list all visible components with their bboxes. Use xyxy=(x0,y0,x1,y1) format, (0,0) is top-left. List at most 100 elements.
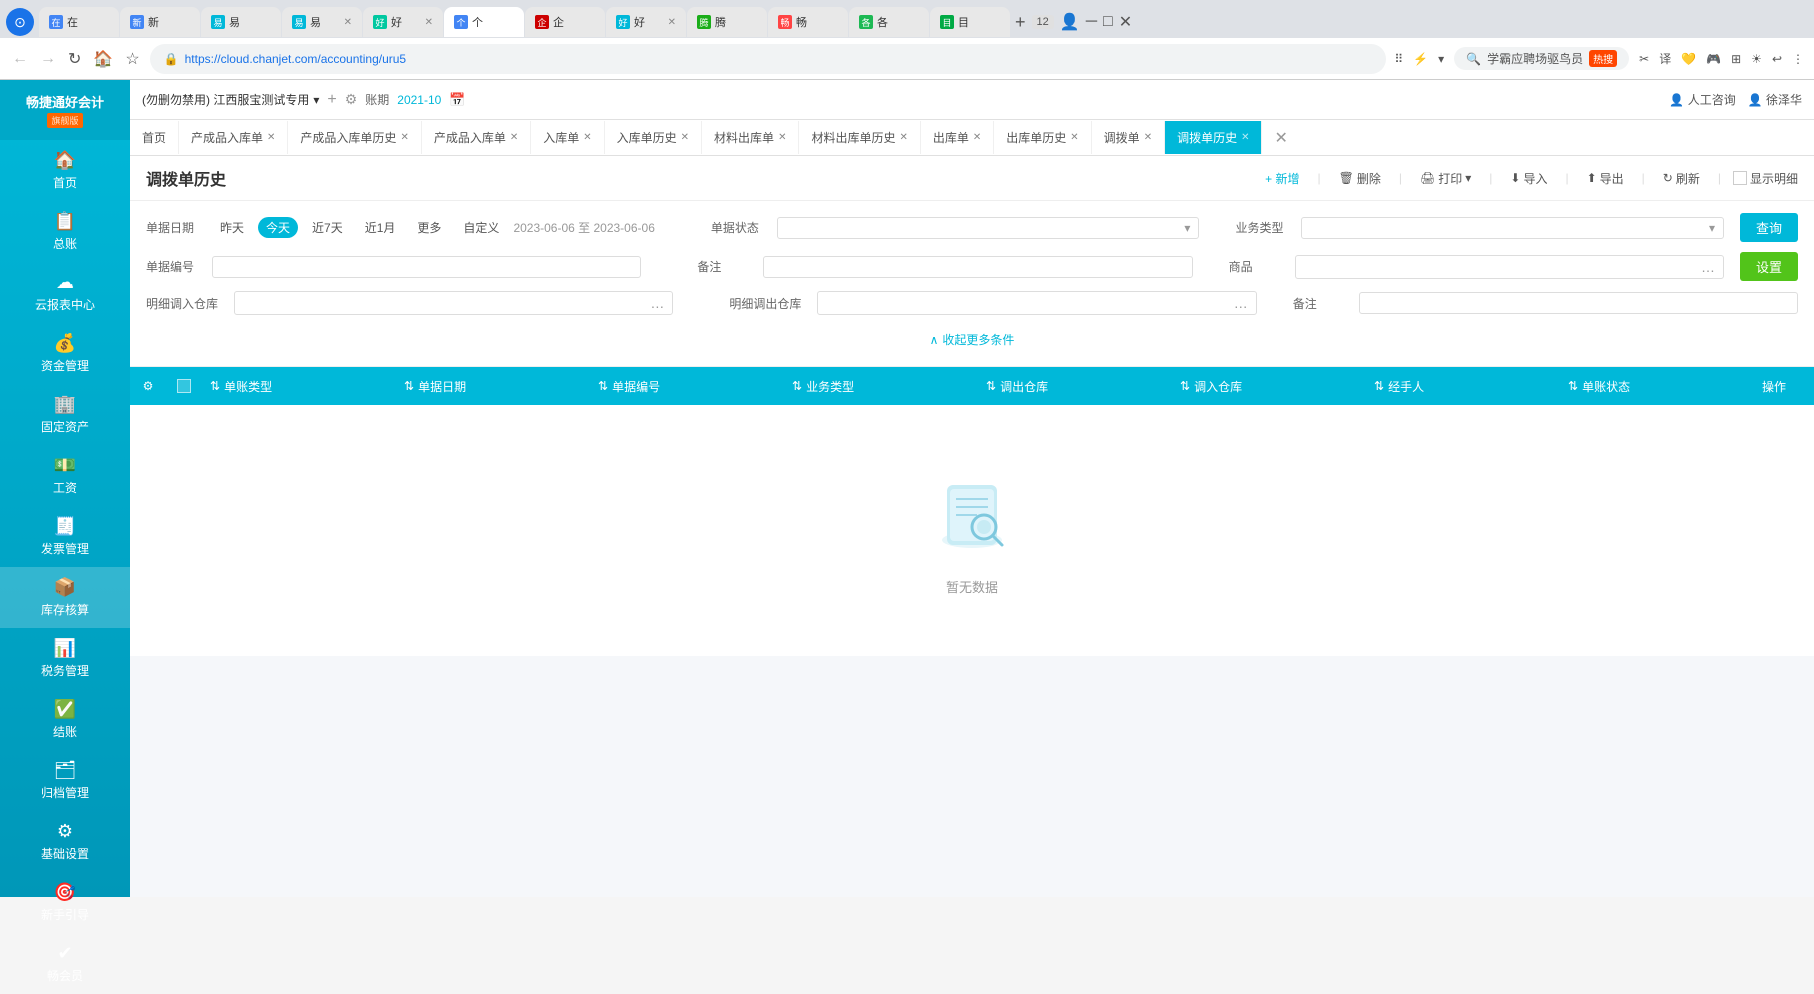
detail-in-dots[interactable]: … xyxy=(650,295,664,311)
sidebar-item-member[interactable]: ✔ 畅会员 xyxy=(0,933,130,994)
sidebar-item-invoice[interactable]: 🧾 发票管理 xyxy=(0,506,130,567)
print-dropdown-icon[interactable]: ▾ xyxy=(1465,171,1471,185)
th-in-warehouse[interactable]: ⇅ 调入仓库 xyxy=(1172,378,1366,395)
browser-tab-10[interactable]: 畅 畅 xyxy=(768,7,848,37)
show-cols-checkbox[interactable] xyxy=(1733,171,1747,185)
content-tab-close-7[interactable]: ✕ xyxy=(899,132,907,143)
browser-tab-12[interactable]: 目 目 xyxy=(930,7,1010,37)
browser-tab-8[interactable]: 好 好 ✕ xyxy=(606,7,686,37)
content-tab-8[interactable]: 出库单 ✕ xyxy=(921,121,994,154)
select-all-checkbox[interactable] xyxy=(177,379,191,393)
sidebar-item-archive[interactable]: 🗂 归档管理 xyxy=(0,750,130,811)
url-box[interactable]: 🔒 https://cloud.chanjet.com/accounting/u… xyxy=(150,44,1387,74)
note2-input[interactable] xyxy=(1359,292,1798,314)
content-tab-4[interactable]: 入库单 ✕ xyxy=(531,121,604,154)
delete-btn[interactable]: 🗑 删除 xyxy=(1333,167,1387,190)
content-tab-close-10[interactable]: ✕ xyxy=(1144,132,1152,143)
import-btn[interactable]: ⬇ 导入 xyxy=(1504,167,1553,190)
new-btn[interactable]: + 新增 xyxy=(1259,167,1305,190)
period-value[interactable]: 2021-10 xyxy=(397,93,441,107)
calendar-icon[interactable]: 📅 xyxy=(449,92,465,108)
browser-tab-active[interactable]: 个 个 xyxy=(444,7,524,37)
export-btn[interactable]: ⬆ 导出 xyxy=(1581,167,1630,190)
note-input[interactable] xyxy=(763,256,1192,278)
th-doc-status[interactable]: ⇅ 单账状态 xyxy=(1560,378,1754,395)
content-tab-close-9[interactable]: ✕ xyxy=(1070,132,1078,143)
date-custom[interactable]: 自定义 xyxy=(455,217,507,238)
bookmark-btn[interactable]: ☆ xyxy=(123,47,141,71)
sidebar-item-cloud-report[interactable]: ☁ 云报表中心 xyxy=(0,262,130,323)
avatar[interactable]: 👤 徐泽华 xyxy=(1748,91,1802,108)
grid-icon[interactable]: ⊞ xyxy=(1731,52,1741,66)
content-tab-close-2[interactable]: ✕ xyxy=(400,132,408,143)
sidebar-item-tax[interactable]: 📊 税务管理 xyxy=(0,628,130,689)
tab-close-4[interactable]: ✕ xyxy=(344,17,352,28)
add-company-btn[interactable]: + xyxy=(327,91,336,109)
company-selector[interactable]: (勿删勿禁用) 江西服宝测试专用 ▾ xyxy=(142,91,319,108)
browser-tab-2[interactable]: 新 新 xyxy=(120,7,200,37)
content-tab-close-1[interactable]: ✕ xyxy=(267,132,275,143)
theme-icon[interactable]: ☀ xyxy=(1751,52,1762,66)
content-tab-5[interactable]: 入库单历史 ✕ xyxy=(605,121,702,154)
sidebar-item-closing[interactable]: ✅ 结账 xyxy=(0,689,130,750)
sidebar-item-home[interactable]: 🏠 首页 xyxy=(0,140,130,201)
sidebar-item-ledger[interactable]: 📋 总账 xyxy=(0,201,130,262)
business-dropdown[interactable]: ▾ xyxy=(1301,217,1724,239)
content-tab-close-8[interactable]: ✕ xyxy=(973,132,981,143)
sidebar-item-inventory[interactable]: 📦 库存核算 xyxy=(0,567,130,628)
content-tab-close-all[interactable]: ✕ xyxy=(1266,124,1295,152)
content-tab-3[interactable]: 产成品入库单 ✕ xyxy=(422,121,531,154)
browser-tab-9[interactable]: 腾 腾 xyxy=(687,7,767,37)
sidebar-item-fixed-assets[interactable]: 🏢 固定资产 xyxy=(0,384,130,445)
docno-input[interactable] xyxy=(212,256,641,278)
content-tab-close-3[interactable]: ✕ xyxy=(510,132,518,143)
browser-tab-4[interactable]: 易 易 ✕ xyxy=(282,7,362,37)
th-doc-no[interactable]: ⇅ 单据编号 xyxy=(590,378,784,395)
settings-page-btn[interactable]: 设置 xyxy=(1740,252,1798,281)
company-settings-icon[interactable]: ⚙ xyxy=(345,91,358,108)
home-btn[interactable]: 🏠 xyxy=(91,47,115,71)
maximize-btn[interactable]: □ xyxy=(1103,13,1113,31)
browser-tab-5[interactable]: 好 好 ✕ xyxy=(363,7,443,37)
collapse-btn[interactable]: ∧ 收起更多条件 xyxy=(146,325,1798,354)
print-btn[interactable]: 🖨 打印 ▾ xyxy=(1414,167,1477,190)
status-dropdown[interactable]: ▾ xyxy=(777,217,1200,239)
scissors-icon[interactable]: ✂ xyxy=(1639,52,1649,66)
refresh-page-btn[interactable]: ↻ 刷新 xyxy=(1657,167,1706,190)
date-yesterday[interactable]: 昨天 xyxy=(212,217,252,238)
date-today[interactable]: 今天 xyxy=(258,217,298,238)
th-doc-date[interactable]: ⇅ 单据日期 xyxy=(396,378,590,395)
content-tab-close-5[interactable]: ✕ xyxy=(681,132,689,143)
browser-profile-icon[interactable]: 👤 xyxy=(1060,12,1080,32)
browser-tab-11[interactable]: 各 各 xyxy=(849,7,929,37)
wallet-icon[interactable]: 💛 xyxy=(1681,52,1696,66)
th-out-warehouse[interactable]: ⇅ 调出仓库 xyxy=(978,378,1172,395)
th-gear[interactable]: ⚙ xyxy=(130,379,166,393)
refresh-browser-btn[interactable]: ↻ xyxy=(66,47,83,71)
content-tab-close-6[interactable]: ✕ xyxy=(778,132,786,143)
content-tab-close-11[interactable]: ✕ xyxy=(1241,132,1249,143)
content-tab-10[interactable]: 调拨单 ✕ xyxy=(1092,121,1165,154)
browser-search-box[interactable]: 🔍 学霸应聘场驱鸟员 热搜 xyxy=(1454,47,1629,70)
sidebar-item-funds[interactable]: 💰 资金管理 xyxy=(0,323,130,384)
support-btn[interactable]: 👤 人工咨询 xyxy=(1669,91,1735,108)
sidebar-item-settings[interactable]: ⚙ 基础设置 xyxy=(0,811,130,872)
sidebar-item-payroll[interactable]: 💵 工资 xyxy=(0,445,130,506)
game-icon[interactable]: 🎮 xyxy=(1706,52,1721,66)
tab-close-8[interactable]: ✕ xyxy=(668,17,676,28)
date-7days[interactable]: 近7天 xyxy=(304,217,351,238)
lightning-icon[interactable]: ⚡ xyxy=(1413,52,1428,66)
content-tab-7[interactable]: 材料出库单历史 ✕ xyxy=(799,121,920,154)
th-handler[interactable]: ⇅ 经手人 xyxy=(1366,378,1560,395)
forward-btn[interactable]: → xyxy=(38,48,58,70)
th-business-type[interactable]: ⇅ 业务类型 xyxy=(784,378,978,395)
close-btn[interactable]: ✕ xyxy=(1119,12,1132,32)
detail-in-box[interactable]: … xyxy=(234,291,673,315)
query-btn[interactable]: 查询 xyxy=(1740,213,1798,242)
show-cols-btn[interactable]: 显示明细 xyxy=(1733,170,1798,187)
browser-tab-7[interactable]: 企 企 xyxy=(525,7,605,37)
content-tab-close-4[interactable]: ✕ xyxy=(583,132,591,143)
extensions-icon[interactable]: ⠿ xyxy=(1394,52,1403,66)
content-tab-6[interactable]: 材料出库单 ✕ xyxy=(702,121,799,154)
date-more[interactable]: 更多 xyxy=(409,217,449,238)
